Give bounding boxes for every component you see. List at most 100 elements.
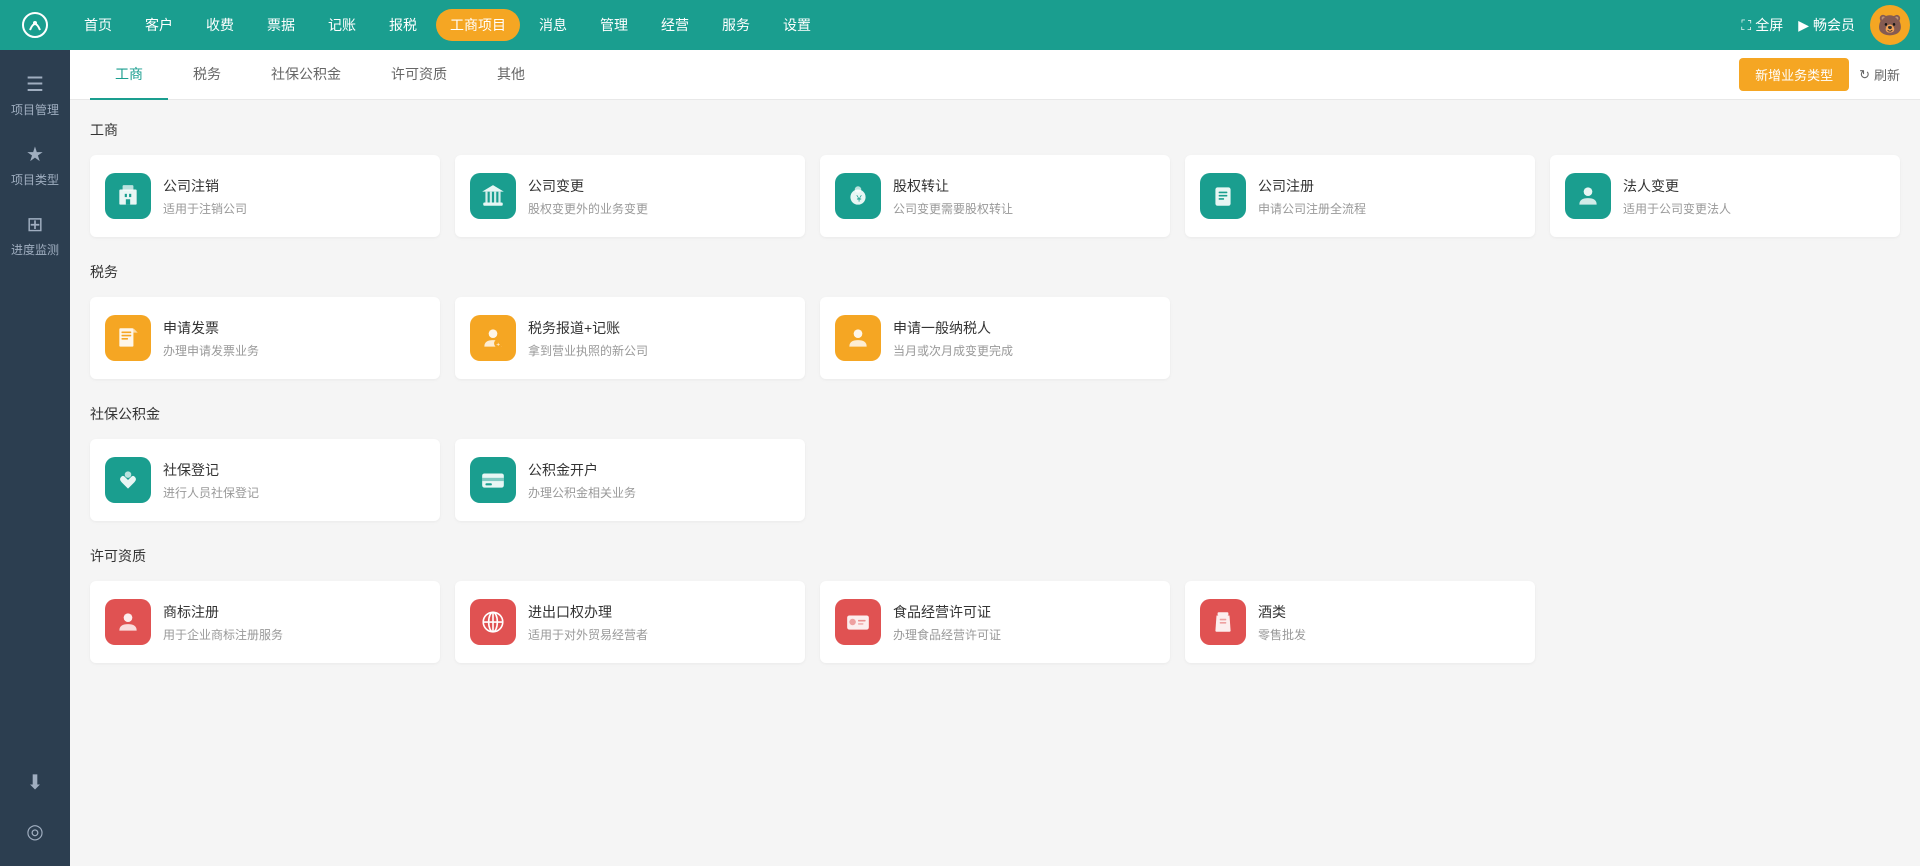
service-card[interactable]: 公司注册申请公司注册全流程 xyxy=(1185,155,1535,237)
service-card[interactable]: 申请发票办理申请发票业务 xyxy=(90,297,440,379)
nav-item-票据[interactable]: 票据 xyxy=(253,9,309,41)
nav-item-客户[interactable]: 客户 xyxy=(131,9,187,41)
service-card[interactable]: 食品经营许可证办理食品经营许可证 xyxy=(820,581,1170,663)
section-title: 许可资质 xyxy=(90,546,1900,566)
nav-item-管理[interactable]: 管理 xyxy=(586,9,642,41)
card-desc: 适用于公司变更法人 xyxy=(1623,200,1885,217)
refresh-icon: ↻ xyxy=(1859,67,1870,83)
service-card[interactable]: 公积金开户办理公积金相关业务 xyxy=(455,439,805,521)
section-title: 税务 xyxy=(90,262,1900,282)
section-许可资质: 许可资质商标注册用于企业商标注册服务 进出口权办理适用于对外贸易经营者 食品经营许可… xyxy=(90,546,1900,663)
card-name: 公司注销 xyxy=(163,176,425,196)
add-business-type-button[interactable]: 新增业务类型 xyxy=(1739,58,1849,91)
service-card[interactable]: + 税务报道+记账拿到营业执照的新公司 xyxy=(455,297,805,379)
card-info: 进出口权办理适用于对外贸易经营者 xyxy=(528,602,790,643)
nav-right: ⛶ 全屏 ▶ 畅会员 🐻 xyxy=(1741,5,1910,45)
service-card[interactable]: 公司注销适用于注销公司 xyxy=(90,155,440,237)
card-info: 公积金开户办理公积金相关业务 xyxy=(528,460,790,501)
card-icon xyxy=(105,599,151,645)
card-name: 税务报道+记账 xyxy=(528,318,790,338)
nav-item-工商项目[interactable]: 工商项目 xyxy=(436,9,520,41)
nav-item-设置[interactable]: 设置 xyxy=(769,9,825,41)
card-info: 食品经营许可证办理食品经营许可证 xyxy=(893,602,1155,643)
service-card[interactable]: 进出口权办理适用于对外贸易经营者 xyxy=(455,581,805,663)
nav-item-报税[interactable]: 报税 xyxy=(375,9,431,41)
card-desc: 申请公司注册全流程 xyxy=(1258,200,1520,217)
card-icon xyxy=(1200,173,1246,219)
nav-items: 首页客户收费票据记账报税工商项目消息管理经营服务设置 xyxy=(70,9,1741,41)
card-name: 公积金开户 xyxy=(528,460,790,480)
sidebar-item-项目类型[interactable]: ★项目类型 xyxy=(0,130,70,200)
service-card[interactable]: 酒类零售批发 xyxy=(1185,581,1535,663)
section-title: 社保公积金 xyxy=(90,404,1900,424)
sidebar-icon: ⊞ xyxy=(27,212,44,237)
sidebar-label: 项目类型 xyxy=(11,171,59,188)
card-desc: 适用于对外贸易经营者 xyxy=(528,626,790,643)
card-icon xyxy=(1200,599,1246,645)
card-name: 酒类 xyxy=(1258,602,1520,622)
fullscreen-button[interactable]: ⛶ 全屏 xyxy=(1741,15,1783,35)
tab-其他[interactable]: 其他 xyxy=(472,50,550,100)
logo xyxy=(10,10,60,40)
card-name: 股权转让 xyxy=(893,176,1155,196)
sidebar-label: 项目管理 xyxy=(11,101,59,118)
service-card[interactable]: 公司变更股权变更外的业务变更 xyxy=(455,155,805,237)
svg-text:+: + xyxy=(496,342,500,349)
sidebar-icon: ☰ xyxy=(26,72,44,97)
nav-item-服务[interactable]: 服务 xyxy=(708,9,764,41)
nav-item-首页[interactable]: 首页 xyxy=(70,9,126,41)
card-icon xyxy=(105,315,151,361)
card-desc: 进行人员社保登记 xyxy=(163,484,425,501)
tab-税务[interactable]: 税务 xyxy=(168,50,246,100)
nav-item-收费[interactable]: 收费 xyxy=(192,9,248,41)
sidebar-item-进度监测[interactable]: ⊞进度监测 xyxy=(0,200,70,270)
vip-button[interactable]: ▶ 畅会员 xyxy=(1798,15,1855,35)
card-icon xyxy=(105,457,151,503)
service-card[interactable]: ￥股权转让公司变更需要股权转让 xyxy=(820,155,1170,237)
tab-社保公积金[interactable]: 社保公积金 xyxy=(246,50,366,100)
section-社保公积金: 社保公积金社保登记进行人员社保登记 公积金开户办理公积金相关业务 xyxy=(90,404,1900,521)
card-info: 社保登记进行人员社保登记 xyxy=(163,460,425,501)
card-desc: 股权变更外的业务变更 xyxy=(528,200,790,217)
card-desc: 当月或次月成变更完成 xyxy=(893,342,1155,359)
card-name: 公司注册 xyxy=(1258,176,1520,196)
service-card[interactable]: 商标注册用于企业商标注册服务 xyxy=(90,581,440,663)
main-layout: ☰项目管理★项目类型⊞进度监测⬇◎ 工商税务社保公积金许可资质其他 新增业务类型… xyxy=(0,50,1920,866)
service-card[interactable]: 社保登记进行人员社保登记 xyxy=(90,439,440,521)
tab-工商[interactable]: 工商 xyxy=(90,50,168,100)
nav-item-消息[interactable]: 消息 xyxy=(525,9,581,41)
section-title: 工商 xyxy=(90,120,1900,140)
card-info: 申请发票办理申请发票业务 xyxy=(163,318,425,359)
tab-bar: 工商税务社保公积金许可资质其他 新增业务类型 ↻ 刷新 xyxy=(70,50,1920,100)
section-税务: 税务申请发票办理申请发票业务+税务报道+记账拿到营业执照的新公司申请一般纳税人当… xyxy=(90,262,1900,379)
card-name: 商标注册 xyxy=(163,602,425,622)
card-name: 进出口权办理 xyxy=(528,602,790,622)
refresh-button[interactable]: ↻ 刷新 xyxy=(1859,65,1900,84)
card-info: 税务报道+记账拿到营业执照的新公司 xyxy=(528,318,790,359)
section-工商: 工商公司注销适用于注销公司公司变更股权变更外的业务变更￥股权转让公司变更需要股权… xyxy=(90,120,1900,237)
card-icon: ￥ xyxy=(835,173,881,219)
cards-grid: 商标注册用于企业商标注册服务 进出口权办理适用于对外贸易经营者 食品经营许可证办理食… xyxy=(90,581,1900,663)
sidebar-item-项目管理[interactable]: ☰ 项目管理 xyxy=(0,60,70,130)
card-icon xyxy=(470,599,516,645)
nav-item-经营[interactable]: 经营 xyxy=(647,9,703,41)
card-icon xyxy=(835,315,881,361)
service-card[interactable]: 申请一般纳税人当月或次月成变更完成 xyxy=(820,297,1170,379)
card-info: 公司注销适用于注销公司 xyxy=(163,176,425,217)
sidebar-bottom-item[interactable]: ◎ xyxy=(0,807,70,856)
card-desc: 拿到营业执照的新公司 xyxy=(528,342,790,359)
card-name: 社保登记 xyxy=(163,460,425,480)
card-desc: 办理食品经营许可证 xyxy=(893,626,1155,643)
card-name: 食品经营许可证 xyxy=(893,602,1155,622)
card-info: 法人变更适用于公司变更法人 xyxy=(1623,176,1885,217)
card-icon xyxy=(470,173,516,219)
nav-item-记账[interactable]: 记账 xyxy=(314,9,370,41)
service-card[interactable]: 法人变更适用于公司变更法人 xyxy=(1550,155,1900,237)
card-desc: 零售批发 xyxy=(1258,626,1520,643)
tab-许可资质[interactable]: 许可资质 xyxy=(366,50,472,100)
mascot-avatar: 🐻 xyxy=(1870,5,1910,45)
sidebar-bottom-item[interactable]: ⬇ xyxy=(0,758,70,807)
scroll-content[interactable]: 工商公司注销适用于注销公司公司变更股权变更外的业务变更￥股权转让公司变更需要股权… xyxy=(70,100,1920,866)
card-desc: 办理公积金相关业务 xyxy=(528,484,790,501)
sidebar-bottom-icon: ◎ xyxy=(26,819,43,844)
